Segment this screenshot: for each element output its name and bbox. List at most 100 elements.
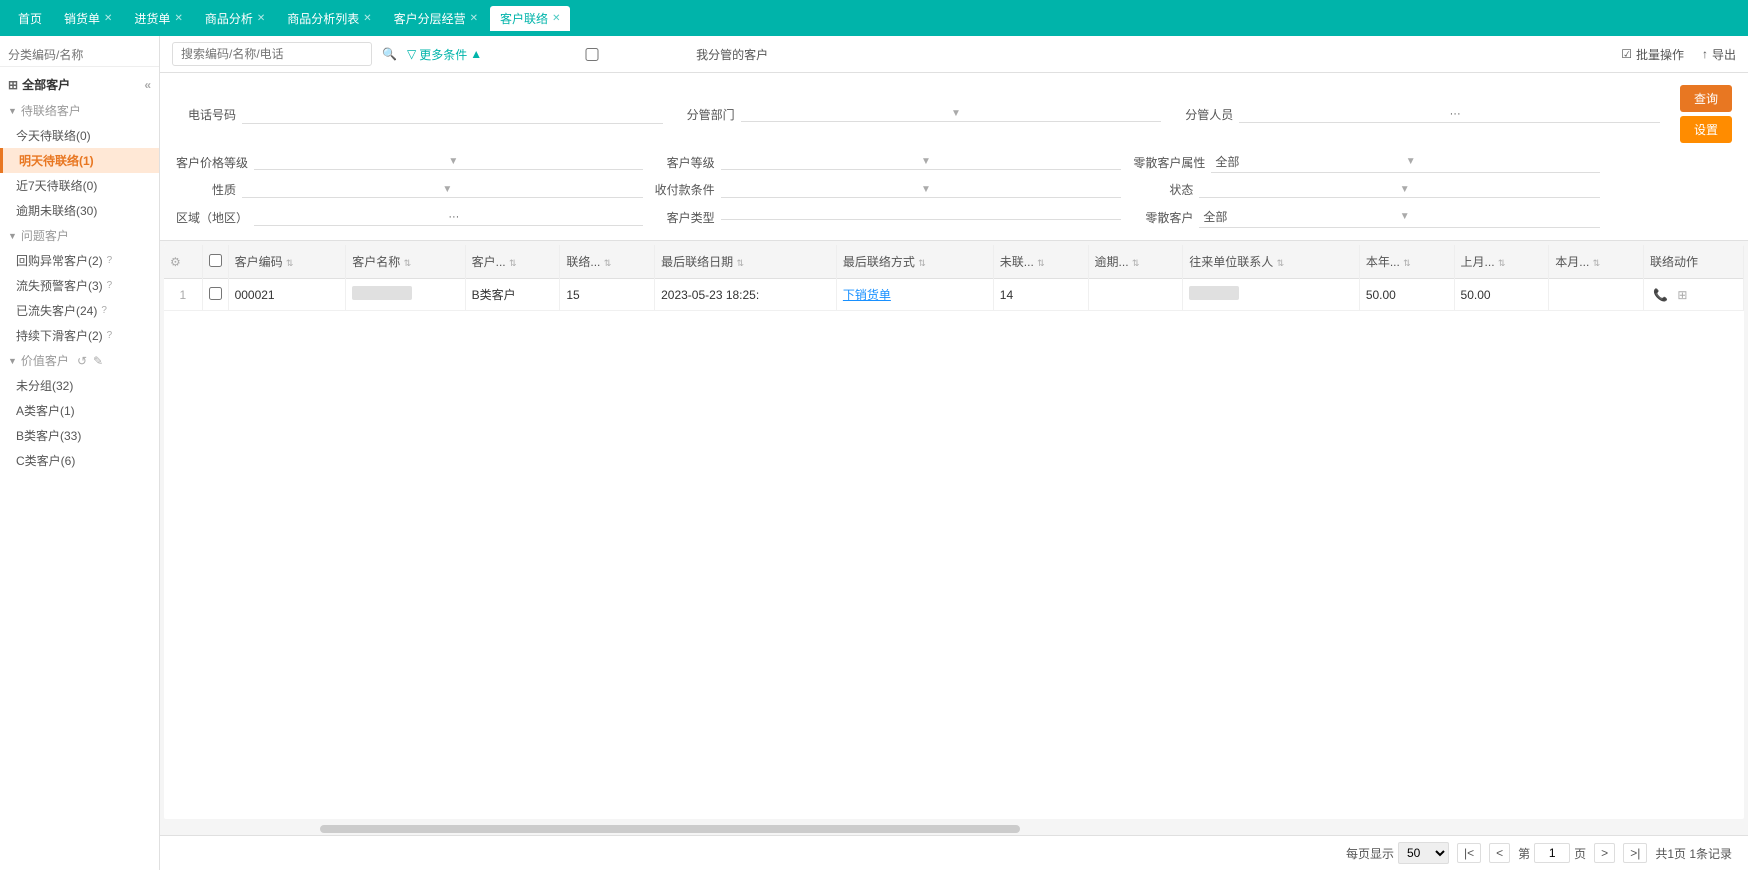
main-search-input[interactable] (172, 42, 372, 66)
sidebar-item-overdue[interactable]: 逾期未联络(30) (0, 198, 159, 223)
sort-name-icon[interactable]: ⇅ (404, 258, 412, 268)
sidebar-item-churned[interactable]: 已流失客户(24) ? (0, 298, 159, 323)
col-this-year-header: 本年... ⇅ (1359, 245, 1454, 279)
col-overdue-label: 逾期... (1095, 255, 1129, 269)
help-icon-churn-warning[interactable]: ? (107, 280, 113, 291)
nav-sales[interactable]: 销货单 ✕ (54, 6, 122, 31)
horizontal-scrollbar[interactable] (160, 823, 1748, 835)
phone-input[interactable] (242, 105, 663, 124)
nav-customer-layer-label: 客户分层经营 (394, 10, 466, 27)
edit-icon[interactable]: ✎ (93, 354, 103, 368)
sidebar-item-ungrouped[interactable]: 未分组(32) (0, 373, 159, 398)
sort-contacts-icon[interactable]: ⇅ (604, 258, 612, 268)
action-more-icon[interactable]: ⊞ (1677, 288, 1687, 302)
retail-customer-select[interactable]: 全部 ▼ (1199, 206, 1600, 228)
sort-last-date-icon[interactable]: ⇅ (736, 258, 744, 268)
area-more-icon[interactable]: ··· (448, 211, 638, 223)
sort-last-month-icon[interactable]: ⇅ (1498, 258, 1506, 268)
select-all-checkbox[interactable] (209, 254, 222, 267)
sidebar-item-week7[interactable]: 近7天待联络(0) (0, 173, 159, 198)
retail-customer-value: 全部 (1203, 208, 1399, 225)
nav-purchase-close[interactable]: ✕ (174, 13, 182, 24)
col-this-year-label: 本年... (1366, 255, 1400, 269)
payment-select[interactable]: ▼ (721, 182, 1122, 198)
refresh-icon[interactable]: ↺ (77, 354, 87, 368)
nav-customer-layer[interactable]: 客户分层经营 ✕ (384, 6, 488, 31)
sidebar-item-type-c[interactable]: C类客户(6) (0, 448, 159, 473)
batch-ops-button[interactable]: ☑ 批量操作 (1621, 46, 1684, 63)
customer-level-select[interactable]: ▼ (721, 154, 1122, 170)
person-more-icon[interactable]: ··· (1450, 108, 1656, 120)
sidebar-item-type-b[interactable]: B类客户(33) (0, 423, 159, 448)
help-icon-churned[interactable]: ? (101, 305, 107, 316)
export-button[interactable]: ↑ 导出 (1702, 46, 1736, 63)
person-select[interactable]: ··· (1239, 106, 1660, 123)
retail-attr-select[interactable]: 全部 ▼ (1211, 151, 1600, 173)
scrollbar-thumb[interactable] (320, 825, 1020, 833)
row-checkbox[interactable] (209, 287, 222, 300)
per-page-select[interactable]: 50 100 200 (1398, 842, 1449, 864)
settings-button[interactable]: 设置 (1680, 116, 1732, 143)
last-page-button[interactable]: >| (1623, 843, 1647, 863)
nav-analysis-close[interactable]: ✕ (257, 13, 265, 24)
main-search-button[interactable]: 🔍 (382, 47, 397, 61)
sidebar-item-type-a[interactable]: A类客户(1) (0, 398, 159, 423)
dept-select[interactable]: ▼ (741, 106, 1162, 122)
price-level-select[interactable]: ▼ (254, 154, 643, 170)
nav-customer-contact-close[interactable]: ✕ (552, 13, 560, 24)
action-phone-icon[interactable]: 📞 (1653, 288, 1668, 302)
all-customers-header[interactable]: ⊞ 全部客户 « (0, 71, 159, 98)
sort-code-icon[interactable]: ⇅ (286, 258, 294, 268)
sort-not-contacted-icon[interactable]: ⇅ (1037, 258, 1045, 268)
nav-customer-contact[interactable]: 客户联络 ✕ (490, 6, 570, 31)
col-checkbox-header[interactable] (202, 245, 228, 279)
sort-unit-contact-icon[interactable]: ⇅ (1277, 258, 1285, 268)
sort-overdue-icon[interactable]: ⇅ (1132, 258, 1140, 268)
help-icon-declining[interactable]: ? (107, 330, 113, 341)
nav-analysis-list-label: 商品分析列表 (287, 10, 359, 27)
more-conditions-toggle[interactable]: ▽ 更多条件 ▲ (407, 46, 482, 63)
filter-price-level: 客户价格等级 ▼ (176, 154, 643, 171)
collapse-icon[interactable]: « (144, 78, 151, 92)
sort-type-icon[interactable]: ⇅ (509, 258, 517, 268)
help-icon-repurchase[interactable]: ? (107, 255, 113, 266)
area-select[interactable]: ··· (254, 209, 643, 226)
nav-home[interactable]: 首页 (8, 6, 52, 31)
last-method-link[interactable]: 下销货单 (843, 288, 891, 302)
page-number-input[interactable] (1534, 843, 1570, 863)
nav-purchase[interactable]: 进货单 ✕ (124, 6, 192, 31)
nature-select[interactable]: ▼ (242, 182, 643, 198)
sidebar-item-tomorrow[interactable]: 明天待联络(1) (0, 148, 159, 173)
nav-purchase-label: 进货单 (134, 10, 170, 27)
group-pending-contact[interactable]: ▼ 待联络客户 (0, 98, 159, 123)
sort-this-year-icon[interactable]: ⇅ (1403, 258, 1411, 268)
sidebar-item-churn-warning-label: 流失预警客户(3) (16, 277, 103, 294)
first-page-button[interactable]: |< (1457, 843, 1481, 863)
prev-page-button[interactable]: < (1489, 843, 1510, 863)
nav-sales-close[interactable]: ✕ (104, 13, 112, 24)
sidebar-item-today[interactable]: 今天待联络(0) (0, 123, 159, 148)
row-checkbox-cell[interactable] (202, 279, 228, 311)
row-last-method-cell[interactable]: 下销货单 (836, 279, 993, 311)
sort-last-method-icon[interactable]: ⇅ (918, 258, 926, 268)
nav-analysis[interactable]: 商品分析 ✕ (195, 6, 275, 31)
sidebar-item-churn-warning[interactable]: 流失预警客户(3) ? (0, 273, 159, 298)
sidebar-item-repurchase-abnormal[interactable]: 回购异常客户(2) ? (0, 248, 159, 273)
my-customers-checkbox[interactable] (492, 48, 692, 61)
group-value-customer[interactable]: ▼ 价值客户 ↺ ✎ (0, 348, 159, 373)
query-button[interactable]: 查询 (1680, 85, 1732, 112)
status-select[interactable]: ▼ (1199, 182, 1600, 198)
next-page-button[interactable]: > (1594, 843, 1615, 863)
group-problem-customer[interactable]: ▼ 问题客户 (0, 223, 159, 248)
nav-customer-layer-close[interactable]: ✕ (470, 13, 478, 24)
col-gear[interactable]: ⚙ (164, 245, 202, 279)
sort-this-month-icon[interactable]: ⇅ (1593, 258, 1601, 268)
sidebar-item-declining[interactable]: 持续下滑客户(2) ? (0, 323, 159, 348)
col-last-month-header: 上月... ⇅ (1454, 245, 1549, 279)
nav-analysis-list[interactable]: 商品分析列表 ✕ (277, 6, 381, 31)
customer-type-select[interactable] (721, 215, 1122, 220)
sidebar-search-input[interactable] (8, 48, 160, 62)
nav-analysis-list-close[interactable]: ✕ (363, 13, 371, 24)
my-customers-checkbox-group[interactable]: 我分管的客户 (492, 46, 768, 63)
row-action-cell[interactable]: 📞 ⊞ (1644, 279, 1744, 311)
